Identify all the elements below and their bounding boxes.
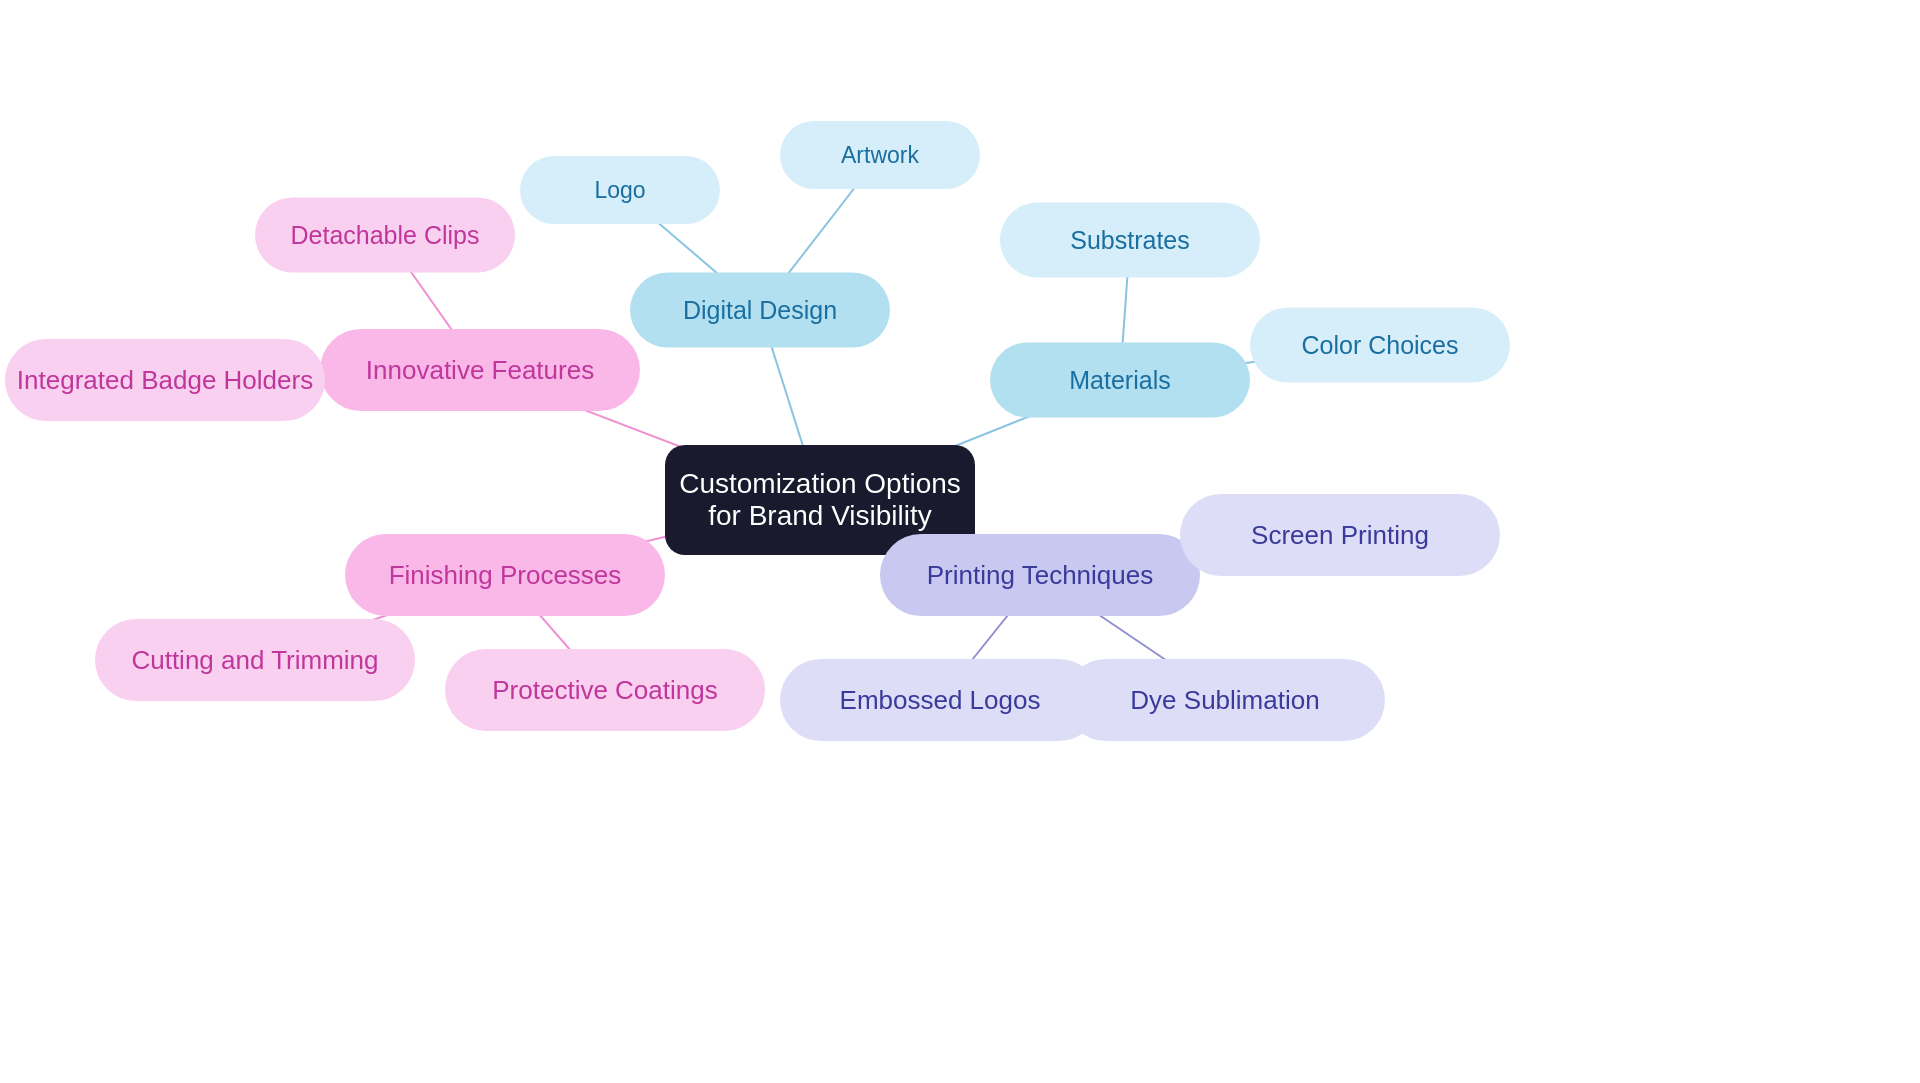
substrates-node[interactable]: Substrates xyxy=(1000,203,1260,278)
finishing-processes-node[interactable]: Finishing Processes xyxy=(345,534,665,616)
screen-printing-node[interactable]: Screen Printing xyxy=(1180,494,1500,576)
dye-sublimation-node[interactable]: Dye Sublimation xyxy=(1065,659,1385,741)
printing-techniques-node[interactable]: Printing Techniques xyxy=(880,534,1200,616)
cutting-trimming-node[interactable]: Cutting and Trimming xyxy=(95,619,415,701)
embossed-logos-node[interactable]: Embossed Logos xyxy=(780,659,1100,741)
innovative-features-node[interactable]: Innovative Features xyxy=(320,329,640,411)
logo-node[interactable]: Logo xyxy=(520,156,720,224)
digital-design-node[interactable]: Digital Design xyxy=(630,273,890,348)
materials-node[interactable]: Materials xyxy=(990,343,1250,418)
mindmap-container: Customization Options for Brand Visibili… xyxy=(0,0,1920,1083)
integrated-badge-node[interactable]: Integrated Badge Holders xyxy=(5,339,325,421)
color-choices-node[interactable]: Color Choices xyxy=(1250,308,1510,383)
protective-coatings-node[interactable]: Protective Coatings xyxy=(445,649,765,731)
artwork-node[interactable]: Artwork xyxy=(780,121,980,189)
detachable-clips-node[interactable]: Detachable Clips xyxy=(255,198,515,273)
